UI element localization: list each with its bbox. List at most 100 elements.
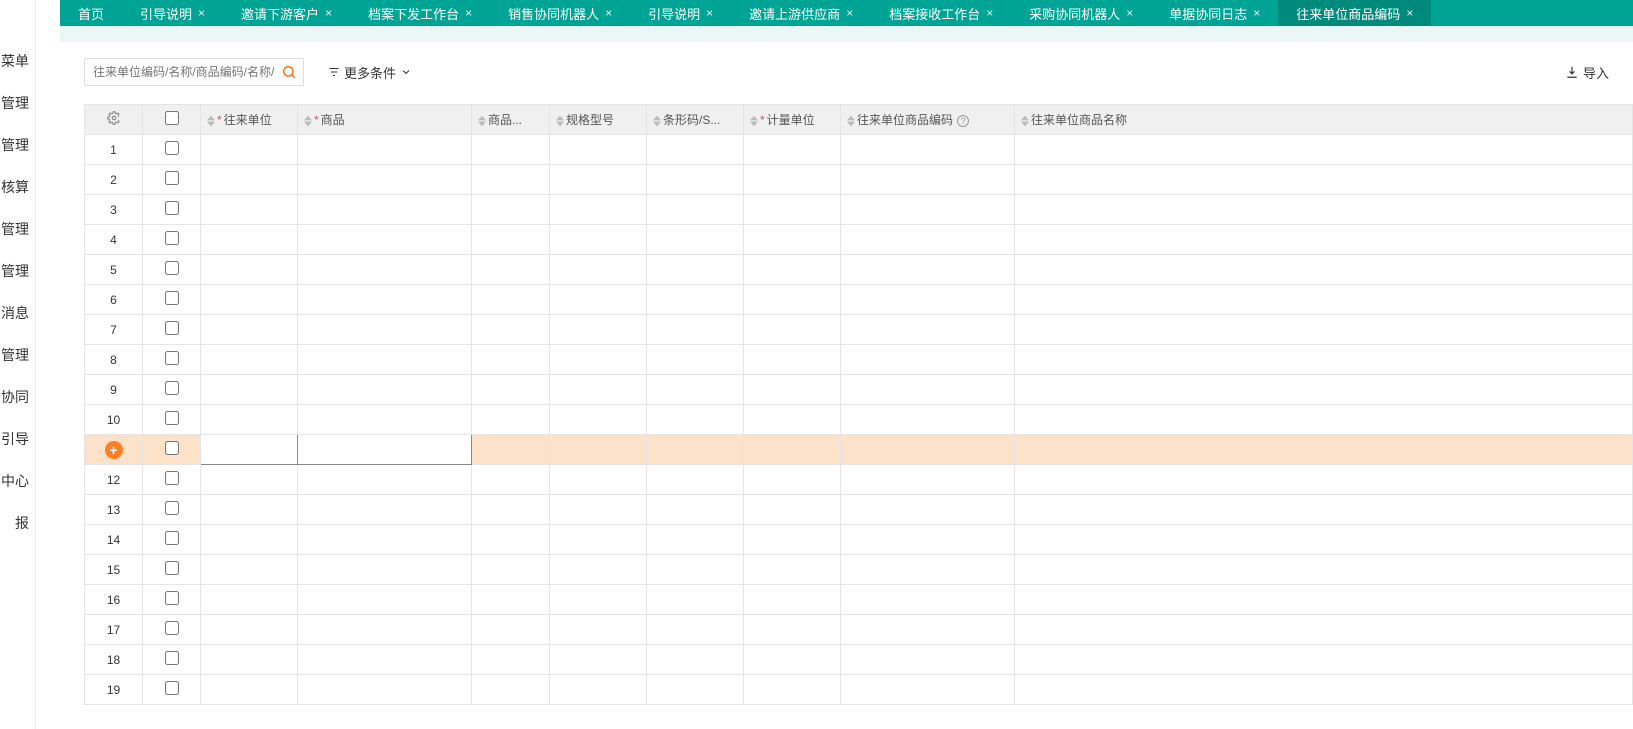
cell-b <box>298 645 472 675</box>
column-header-h[interactable]: 往来单位商品名称 <box>1015 105 1633 135</box>
add-row-button[interactable]: + <box>105 441 123 459</box>
cell-a[interactable] <box>201 435 298 465</box>
cell-d <box>550 225 647 255</box>
cell-b <box>298 615 472 645</box>
cell-a <box>201 525 298 555</box>
cell-c <box>472 255 550 285</box>
cell-a <box>201 195 298 225</box>
row-checkbox[interactable] <box>165 621 179 635</box>
tab[interactable]: 邀请上游供应商× <box>731 0 871 26</box>
tab[interactable]: 档案下发工作台 × <box>350 0 490 26</box>
column-header-idx <box>85 105 143 135</box>
sidebar-item[interactable]: 菜单 <box>0 40 35 82</box>
column-header-f[interactable]: *计量单位 <box>744 105 841 135</box>
close-icon[interactable]: × <box>465 6 472 20</box>
sidebar-item[interactable]: 核算 <box>0 166 35 208</box>
tab[interactable]: 引导说明 × <box>630 0 731 26</box>
sidebar-item[interactable]: 引导 <box>0 418 35 460</box>
tab-label: 引导说明 <box>648 4 700 23</box>
close-icon[interactable]: × <box>1253 6 1260 20</box>
sidebar-item[interactable]: 管理 <box>0 334 35 376</box>
row-checkbox[interactable] <box>165 591 179 605</box>
select-all-checkbox[interactable] <box>165 111 179 125</box>
column-header-c[interactable]: 商品... <box>472 105 550 135</box>
close-icon[interactable]: × <box>1126 6 1133 20</box>
row-checkbox[interactable] <box>165 441 179 455</box>
import-button[interactable]: 导入 <box>1565 63 1609 82</box>
tab[interactable]: 销售协同机器人× <box>490 0 630 26</box>
tab[interactable]: 档案接收工作台× <box>871 0 1011 26</box>
tab[interactable]: 单据协同日志× <box>1151 0 1278 26</box>
row-checkbox[interactable] <box>165 291 179 305</box>
sidebar-item[interactable]: 报 <box>0 502 35 544</box>
cell-idx: 2 <box>85 165 143 195</box>
close-icon[interactable]: × <box>846 6 853 20</box>
close-icon[interactable]: × <box>986 6 993 20</box>
column-header-a[interactable]: *往来单位 <box>201 105 298 135</box>
row-checkbox[interactable] <box>165 261 179 275</box>
cell-e <box>647 255 744 285</box>
sidebar-item[interactable]: 管理 <box>0 82 35 124</box>
sidebar-item[interactable]: 中心 <box>0 460 35 502</box>
table-row: 5 <box>85 255 1633 285</box>
sidebar-item[interactable]: 管理 <box>0 124 35 166</box>
column-label: 条形码/S... <box>663 113 720 127</box>
row-checkbox[interactable] <box>165 321 179 335</box>
row-checkbox[interactable] <box>165 411 179 425</box>
close-icon[interactable]: × <box>1406 6 1413 20</box>
search-icon[interactable] <box>281 64 297 80</box>
row-checkbox[interactable] <box>165 351 179 365</box>
sidebar-item[interactable]: 消息 <box>0 292 35 334</box>
column-header-b[interactable]: *商品 <box>298 105 472 135</box>
tab[interactable]: 引导说明× <box>122 0 223 26</box>
sidebar-item[interactable]: 协同 <box>0 376 35 418</box>
table-row: 3 <box>85 195 1633 225</box>
tab[interactable]: 采购协同机器人× <box>1011 0 1151 26</box>
row-checkbox[interactable] <box>165 201 179 215</box>
cell-e <box>647 165 744 195</box>
row-checkbox[interactable] <box>165 531 179 545</box>
close-icon[interactable]: × <box>605 6 612 20</box>
row-checkbox[interactable] <box>165 501 179 515</box>
table-row: 16 <box>85 585 1633 615</box>
cell-g <box>841 495 1015 525</box>
column-header-g[interactable]: 往来单位商品编码? <box>841 105 1015 135</box>
search-input[interactable] <box>85 65 303 79</box>
cell-idx: 15 <box>85 555 143 585</box>
row-checkbox[interactable] <box>165 381 179 395</box>
row-checkbox[interactable] <box>165 681 179 695</box>
row-checkbox[interactable] <box>165 651 179 665</box>
help-icon[interactable]: ? <box>957 115 969 127</box>
cell-h <box>1015 195 1633 225</box>
cell-h <box>1015 345 1633 375</box>
cell-g <box>841 615 1015 645</box>
cell-b[interactable] <box>298 435 472 465</box>
tab[interactable]: 首页 <box>60 0 122 26</box>
cell-c <box>472 285 550 315</box>
row-checkbox[interactable] <box>165 561 179 575</box>
close-icon[interactable]: × <box>198 6 205 20</box>
close-icon[interactable]: × <box>325 6 332 20</box>
cell-e <box>647 645 744 675</box>
tab[interactable]: 往来单位商品编码× <box>1278 0 1431 26</box>
sidebar-item[interactable]: 管理 <box>0 250 35 292</box>
cell-d <box>550 525 647 555</box>
gear-icon[interactable] <box>107 114 121 128</box>
table-row: 14 <box>85 525 1633 555</box>
close-icon[interactable]: × <box>706 6 713 20</box>
tab-label: 档案下发工作台 <box>368 4 459 23</box>
row-checkbox[interactable] <box>165 231 179 245</box>
row-checkbox[interactable] <box>165 171 179 185</box>
column-header-e[interactable]: 条形码/S... <box>647 105 744 135</box>
tab-label: 首页 <box>78 4 104 23</box>
tab[interactable]: 邀请下游客户× <box>223 0 350 26</box>
column-header-d[interactable]: 规格型号 <box>550 105 647 135</box>
cell-d <box>550 585 647 615</box>
cell-b <box>298 255 472 285</box>
row-checkbox[interactable] <box>165 141 179 155</box>
more-conditions-button[interactable]: 更多条件 <box>328 63 412 82</box>
row-checkbox[interactable] <box>165 471 179 485</box>
cell-idx: 3 <box>85 195 143 225</box>
sidebar-item[interactable]: 管理 <box>0 208 35 250</box>
cell-d <box>550 495 647 525</box>
